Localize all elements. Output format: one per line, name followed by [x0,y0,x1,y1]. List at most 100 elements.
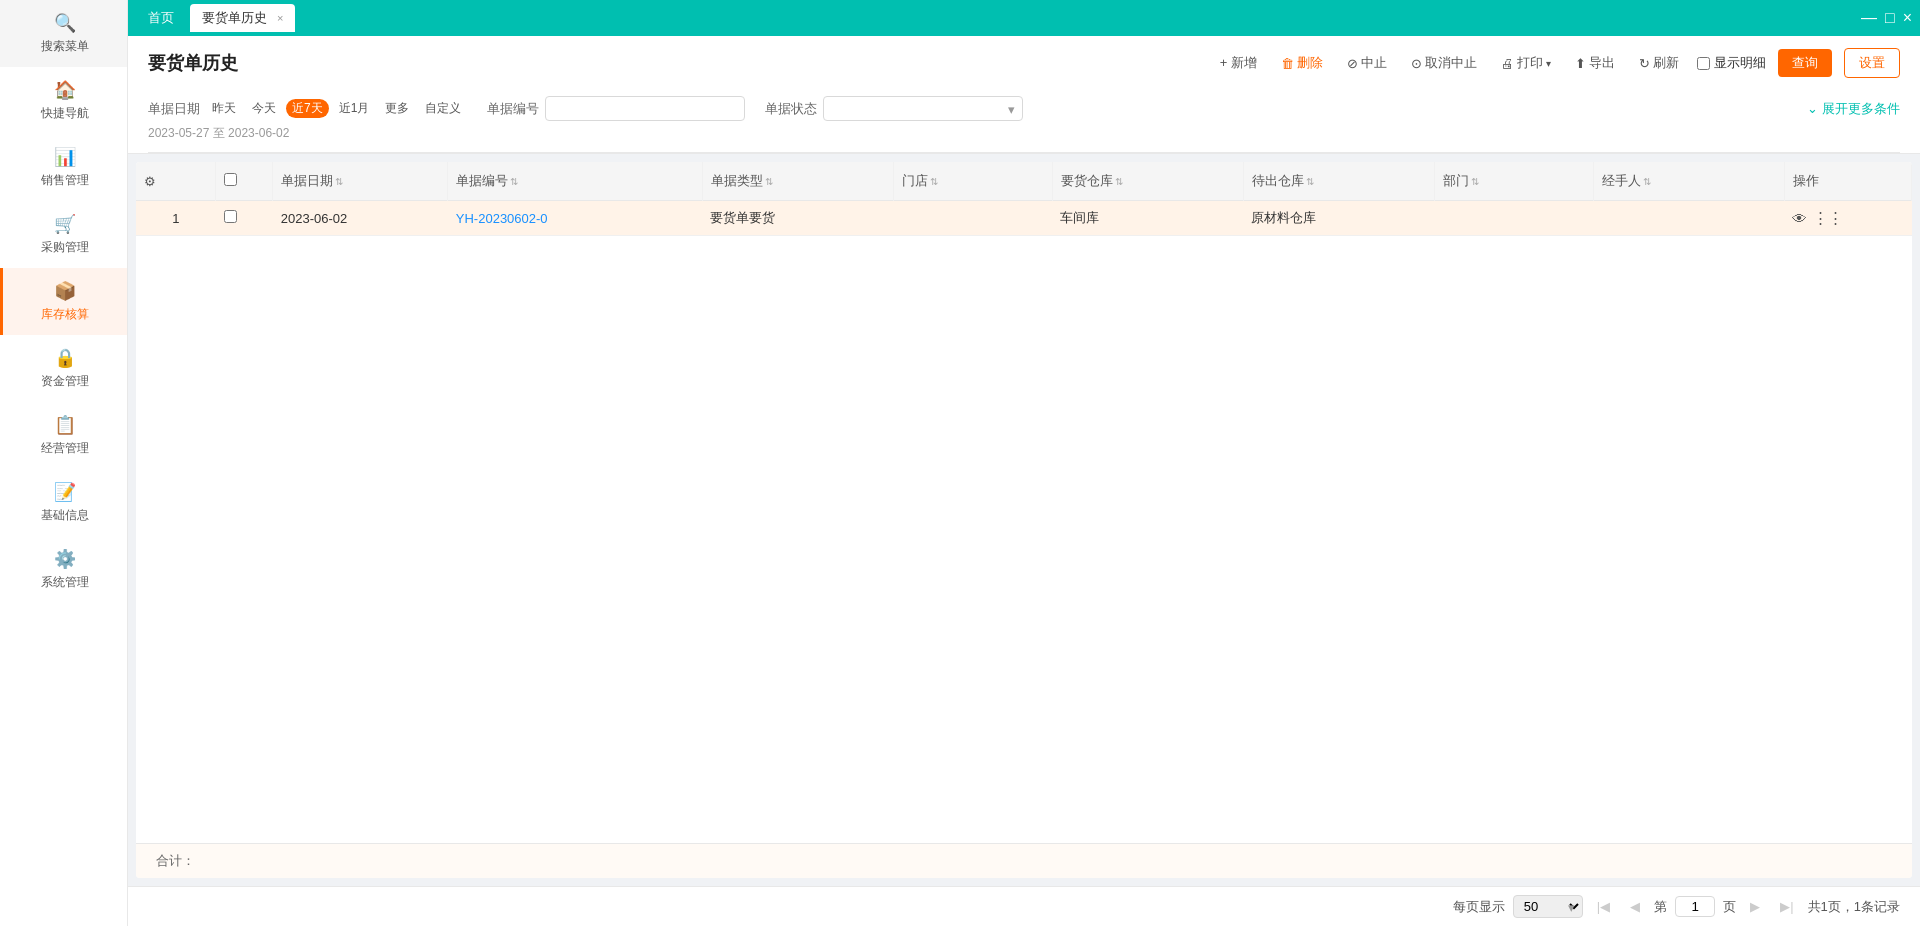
col-header-req_warehouse[interactable]: 要货仓库⇅ [1052,162,1243,201]
cell-doc-type: 要货单要货 [702,201,893,236]
sidebar-item-inventory-calc[interactable]: 📦 库存核算 [0,268,127,335]
sidebar-icon-sales-mgmt: 📊 [54,146,76,168]
first-page-btn[interactable]: |◀ [1591,897,1616,916]
expand-more-btn[interactable]: ⌄ 展开更多条件 [1807,100,1900,118]
export-icon: ⬆ [1575,56,1586,71]
date-shortcut-1[interactable]: 今天 [246,99,282,118]
doc-number-label: 单据编号 [487,100,539,118]
last-page-btn[interactable]: ▶| [1774,897,1799,916]
sidebar-item-finance-mgmt[interactable]: 🔒 资金管理 [0,335,127,402]
next-page-btn[interactable]: ▶ [1744,897,1766,916]
sidebar-item-basic-info[interactable]: 📝 基础信息 [0,469,127,536]
cell-agent [1593,201,1784,236]
sidebar-icon-inventory-calc: 📦 [54,280,76,302]
col-header-doc_type[interactable]: 单据类型⇅ [702,162,893,201]
stop-button[interactable]: ⊘ 中止 [1341,50,1393,76]
toolbar: + 新增 🗑 删除 ⊘ 中止 ⊙ 取消中止 🖨 打 [1214,48,1900,78]
doc-status-select-wrapper [823,96,1023,121]
filter-area: 单据日期 昨天今天近7天近1月更多自定义 单据编号 单据状态 [148,86,1900,153]
cell-check [216,201,273,236]
col-header-agent[interactable]: 经手人⇅ [1593,162,1784,201]
delete-icon: 🗑 [1281,56,1294,71]
cancel-stop-icon: ⊙ [1411,56,1422,71]
minimize-icon[interactable]: — [1861,9,1877,27]
sidebar-icon-system-mgmt: ⚙️ [54,548,76,570]
sidebar-item-sales-mgmt[interactable]: 📊 销售管理 [0,134,127,201]
new-button[interactable]: + 新增 [1214,50,1263,76]
tab-label-home: 首页 [148,9,174,27]
sidebar-label-search-menu: 搜索菜单 [41,38,89,55]
select-all-checkbox[interactable] [224,173,237,186]
data-table: ⚙单据日期⇅单据编号⇅单据类型⇅门店⇅要货仓库⇅待出仓库⇅部门⇅经手人⇅操作 1… [136,162,1912,236]
refresh-button[interactable]: ↻ 刷新 [1633,50,1685,76]
print-button[interactable]: 🖨 打印 ▾ [1495,50,1557,76]
stop-icon: ⊘ [1347,56,1358,71]
filter-group-date: 单据日期 昨天今天近7天近1月更多自定义 [148,99,467,118]
sidebar-icon-quick-nav: 🏠 [54,79,76,101]
doc-status-select[interactable] [823,96,1023,121]
sidebar-label-basic-info: 基础信息 [41,507,89,524]
sidebar-label-purchase-mgmt: 采购管理 [41,239,89,256]
page-label-after: 页 [1723,898,1736,916]
sidebar-label-system-mgmt: 系统管理 [41,574,89,591]
settings-button[interactable]: 设置 [1844,48,1900,78]
close-window-icon[interactable]: × [1903,9,1912,27]
col-header-check [216,162,273,201]
row-checkbox[interactable] [224,210,237,223]
summary-label: 合计： [156,852,195,870]
sidebar-item-purchase-mgmt[interactable]: 🛒 采购管理 [0,201,127,268]
sidebar-item-operation-mgmt[interactable]: 📋 经营管理 [0,402,127,469]
total-info: 共1页，1条记录 [1808,898,1900,916]
sidebar-label-sales-mgmt: 销售管理 [41,172,89,189]
sidebar: 🔍 搜索菜单🏠 快捷导航📊 销售管理🛒 采购管理📦 库存核算🔒 资金管理📋 经营… [0,0,128,926]
col-header-dept[interactable]: 部门⇅ [1434,162,1593,201]
date-shortcut-4[interactable]: 更多 [379,99,415,118]
more-icon[interactable]: ⋮⋮ [1813,209,1843,227]
tab-close-req-history[interactable]: × [277,12,283,24]
sidebar-item-quick-nav[interactable]: 🏠 快捷导航 [0,67,127,134]
main-area: 首页要货单历史 × — □ × 要货单历史 + 新增 🗑 删除 ⊘ 中止 [128,0,1920,926]
table-footer: 合计： [136,843,1912,878]
col-header-pending_warehouse[interactable]: 待出仓库⇅ [1243,162,1434,201]
date-range-display: 2023-05-27 至 2023-06-02 [148,125,1900,142]
tab-home[interactable]: 首页 [136,4,186,32]
page-input[interactable] [1675,896,1715,917]
page-title-row: 要货单历史 + 新增 🗑 删除 ⊘ 中止 ⊙ 取消中止 [148,48,1900,78]
view-icon[interactable]: 👁 [1792,210,1807,227]
display-detail-toggle[interactable]: 显示明细 [1697,54,1766,72]
date-shortcut-3[interactable]: 近1月 [333,99,376,118]
page-header: 要货单历史 + 新增 🗑 删除 ⊘ 中止 ⊙ 取消中止 [128,36,1920,154]
table-head: ⚙单据日期⇅单据编号⇅单据类型⇅门店⇅要货仓库⇅待出仓库⇅部门⇅经手人⇅操作 [136,162,1912,201]
doc-number-link[interactable]: YH-20230602-0 [456,211,548,226]
col-header-doc_number[interactable]: 单据编号⇅ [448,162,703,201]
sidebar-label-inventory-calc: 库存核算 [41,306,89,323]
refresh-icon: ↻ [1639,56,1650,71]
restore-icon[interactable]: □ [1885,9,1895,27]
col-settings[interactable]: ⚙ [136,162,216,201]
sidebar-icon-basic-info: 📝 [54,481,76,503]
content-area: 要货单历史 + 新增 🗑 删除 ⊘ 中止 ⊙ 取消中止 [128,36,1920,926]
cell-pending-warehouse: 原材料仓库 [1243,201,1434,236]
sidebar-item-search-menu[interactable]: 🔍 搜索菜单 [0,0,127,67]
tab-label-req-history: 要货单历史 [202,9,267,27]
col-header-doc_date[interactable]: 单据日期⇅ [273,162,448,201]
date-shortcut-5[interactable]: 自定义 [419,99,467,118]
prev-page-btn[interactable]: ◀ [1624,897,1646,916]
sidebar-item-system-mgmt[interactable]: ⚙️ 系统管理 [0,536,127,603]
query-button[interactable]: 查询 [1778,49,1832,77]
page-size-select[interactable]: 50100200 [1513,895,1583,918]
delete-button[interactable]: 🗑 删除 [1275,50,1329,76]
display-detail-checkbox[interactable] [1697,57,1710,70]
cancel-stop-button[interactable]: ⊙ 取消中止 [1405,50,1483,76]
date-shortcut-2[interactable]: 近7天 [286,99,329,118]
print-icon: 🖨 [1501,56,1514,71]
col-header-shop[interactable]: 门店⇅ [893,162,1052,201]
doc-number-input[interactable] [545,96,745,121]
filter-group-docnum: 单据编号 [487,96,745,121]
date-shortcut-0[interactable]: 昨天 [206,99,242,118]
tab-req-history[interactable]: 要货单历史 × [190,4,295,32]
doc-date-label: 单据日期 [148,100,200,118]
pagination-bar: 每页显示 50100200 |◀ ◀ 第 页 ▶ ▶| 共1页，1条记录 [128,886,1920,926]
export-button[interactable]: ⬆ 导出 [1569,50,1621,76]
cell-dept [1434,201,1593,236]
